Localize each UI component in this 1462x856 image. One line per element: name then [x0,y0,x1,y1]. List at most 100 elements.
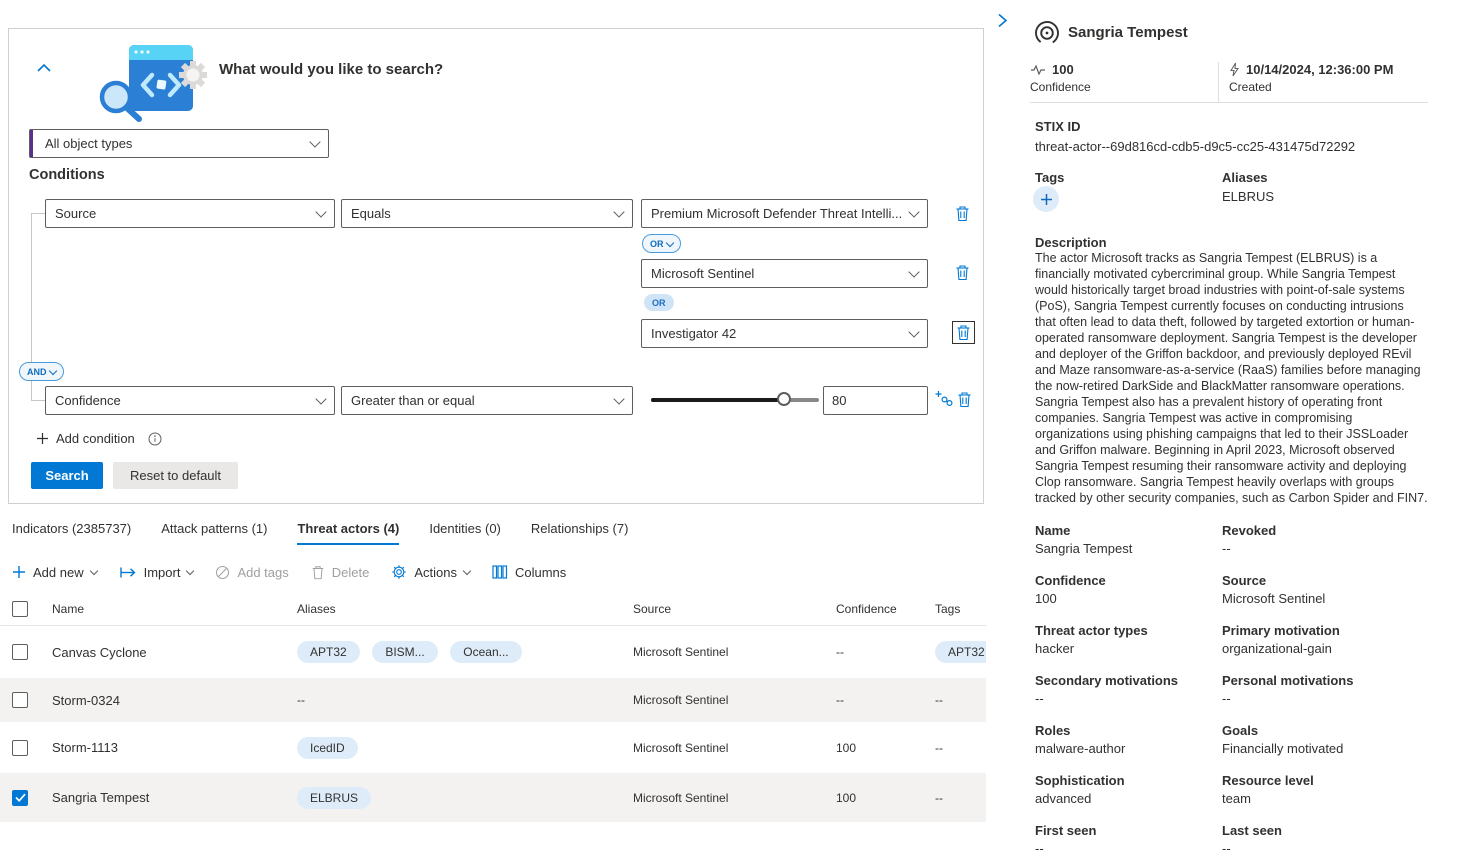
details-title: Sangria Tempest [1068,24,1188,41]
search-illustration-icon [89,35,209,136]
field-last-seen: Last seen -- [1222,823,1282,856]
pulse-icon [1031,64,1045,75]
row-name[interactable]: Storm-1113 [40,740,285,755]
stix-id-value: threat-actor--69d816cd-cdb5-d9c5-cc25-43… [1035,139,1356,154]
column-header-name[interactable]: Name [40,602,285,616]
tab-indicators[interactable]: Indicators (2385737) [12,521,131,545]
condition1-value2-dropdown[interactable]: Microsoft Sentinel [641,259,928,288]
row-confidence: 100 [836,740,857,755]
blocked-tag-icon [216,565,230,579]
delete-condition-value1-icon[interactable] [955,205,970,222]
table-row-storm-0324[interactable]: Storm-0324 -- Microsoft Sentinel -- -- [0,679,986,722]
column-header-aliases[interactable]: Aliases [285,602,621,616]
collapse-panel-chevron-up-icon[interactable] [36,63,52,73]
tab-identities[interactable]: Identities (0) [429,521,501,545]
condition1-value1-dropdown[interactable]: Premium Microsoft Defender Threat Intell… [641,199,928,228]
chevron-down-icon [665,238,674,247]
alias-pill[interactable]: Ocean... [450,641,522,663]
delete-button[interactable]: Delete [311,565,369,580]
condition2-operator-dropdown[interactable]: Greater than or equal [341,386,633,415]
row-name[interactable]: Canvas Cyclone [40,645,285,660]
field-roles: Roles malware-author [1035,723,1126,756]
condition1-value3-dropdown[interactable]: Investigator 42 [641,319,928,348]
plus-icon [1040,193,1052,205]
alias-pill[interactable]: IcedID [297,736,358,759]
condition1-operator-dropdown[interactable]: Equals [341,199,633,228]
import-button[interactable]: Import [119,565,195,580]
object-type-accent-bar [30,130,33,157]
table-row-storm-1113[interactable]: Storm-1113 IcedID Microsoft Sentinel 100… [0,722,986,774]
add-tags-button[interactable]: Add tags [215,565,289,580]
condition-connector-stub [31,400,45,401]
chevron-down-icon [613,392,625,405]
column-header-confidence[interactable]: Confidence [824,602,923,616]
details-stats: 100 Confidence 10/14/2024, 12:36:00 PM C… [1030,62,1428,103]
reset-to-default-button[interactable]: Reset to default [113,462,238,489]
row-name[interactable]: Storm-0324 [40,693,285,708]
confidence-value-input[interactable] [823,386,928,415]
alias-pill[interactable]: BISM... [372,641,438,663]
chevron-down-icon [315,205,327,218]
table-header-row: Name Aliases Source Confidence Tags [0,593,986,626]
columns-button[interactable]: Columns [492,565,566,580]
field-sophistication: Sophistication advanced [1035,773,1125,806]
tab-threat-actors[interactable]: Threat actors (4) [297,521,400,545]
row-aliases: ELBRUS [285,786,621,809]
condition2-field-dropdown[interactable]: Confidence [45,386,335,415]
object-type-dropdown[interactable]: All object types [29,129,329,158]
import-arrow-icon [119,567,136,577]
conditions-heading: Conditions [29,167,105,183]
add-new-button[interactable]: Add new [12,565,98,580]
condition1-field-dropdown[interactable]: Source [45,199,335,228]
chevron-down-icon [315,392,327,405]
row-checkbox[interactable] [12,644,28,660]
row-source: Microsoft Sentinel [633,693,729,707]
delete-condition-value2-icon[interactable] [955,264,970,281]
row-source: Microsoft Sentinel [633,790,729,805]
alias-pill[interactable]: ELBRUS [297,786,372,809]
field-revoked: Revoked -- [1222,523,1277,556]
and-operator-pill[interactable]: AND [19,362,64,381]
created-stat: 10/14/2024, 12:36:00 PM Created [1218,62,1393,102]
tags-label: Tags [1035,170,1065,185]
row-checkbox[interactable] [12,739,28,756]
table-row-canvas-cyclone[interactable]: Canvas Cyclone APT32 BISM... Ocean... Mi… [0,626,986,679]
row-checkbox[interactable] [12,692,28,708]
add-condition-button[interactable]: Add condition [36,431,162,446]
delete-condition-value3-icon[interactable] [952,321,975,344]
row-checkbox-checked[interactable] [12,789,28,806]
details-panel: Sangria Tempest 100 Confidence 10/14/202… [986,0,1462,856]
actions-button[interactable]: Actions [391,564,472,580]
condition-connector-stub [31,213,45,214]
row-tags: -- [935,693,943,707]
tab-relationships[interactable]: Relationships (7) [531,521,629,545]
slider-thumb[interactable] [777,392,792,406]
add-group-icon[interactable] [934,390,953,407]
row-aliases: -- [297,693,305,707]
info-icon[interactable] [148,432,162,446]
tab-attack-patterns[interactable]: Attack patterns (1) [161,521,267,545]
field-first-seen: First seen -- [1035,823,1097,856]
column-header-tags[interactable]: Tags [923,602,986,616]
row-confidence: -- [836,645,844,659]
field-personal-motivations: Personal motivations -- [1222,673,1354,706]
search-card-title: What would you like to search? [219,61,444,78]
field-secondary-motivations: Secondary motivations -- [1035,673,1179,706]
add-tag-button[interactable] [1033,186,1059,212]
select-all-checkbox[interactable] [12,601,28,617]
tag-pill[interactable]: APT32 [935,641,986,663]
aliases-label: Aliases [1222,170,1268,185]
alias-pill[interactable]: APT32 [297,641,360,663]
columns-icon [492,565,508,579]
delete-condition2-icon[interactable] [957,391,972,408]
or-operator-pill[interactable]: OR [642,234,681,253]
field-threat-actor-types: Threat actor types hacker [1035,623,1148,656]
result-tabs: Indicators (2385737) Attack patterns (1)… [12,521,628,545]
expand-panel-chevron-right-icon[interactable] [995,12,1009,29]
search-button[interactable]: Search [31,462,103,489]
confidence-slider[interactable] [651,390,819,410]
table-row-sangria-tempest[interactable]: Sangria Tempest ELBRUS Microsoft Sentine… [0,774,986,822]
row-name[interactable]: Sangria Tempest [40,790,285,805]
chevron-down-icon [186,566,195,576]
column-header-source[interactable]: Source [621,602,824,616]
